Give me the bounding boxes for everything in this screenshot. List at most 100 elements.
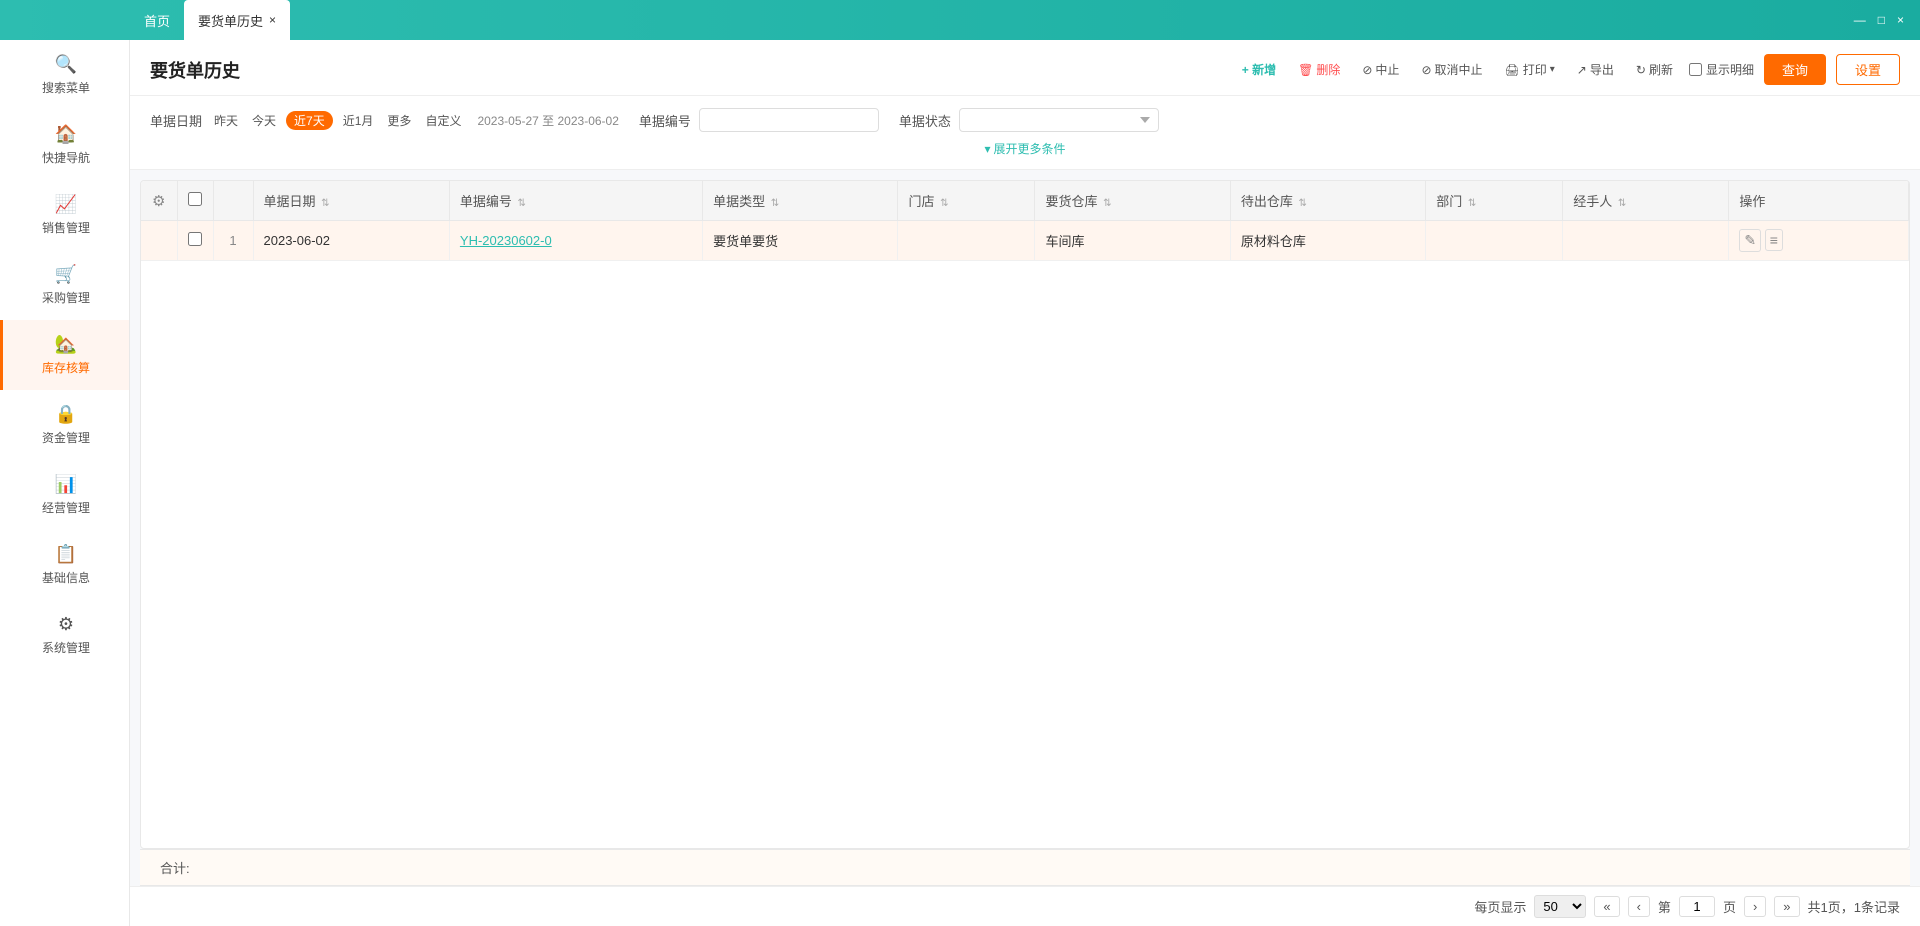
sidebar-item-label-finance-mgmt: 资金管理: [42, 429, 90, 446]
row-handler: [1563, 221, 1729, 261]
col-order-type: 单据类型 ⇅: [703, 181, 898, 221]
export-label: 导出: [1590, 61, 1614, 78]
sidebar-item-sales-mgmt[interactable]: 📈 销售管理: [0, 180, 129, 250]
last-page-btn[interactable]: »: [1774, 896, 1799, 917]
first-page-btn[interactable]: «: [1594, 896, 1619, 917]
sort-order-no-icon[interactable]: ⇅: [518, 198, 526, 209]
sidebar-item-inventory-calc[interactable]: 🏡 库存核算: [0, 320, 129, 390]
date-range-display: 2023-05-27 至 2023-06-02: [477, 112, 618, 129]
sort-handler-icon[interactable]: ⇅: [1618, 198, 1626, 209]
row-order-type: 要货单要货: [703, 221, 898, 261]
date-tab-custom[interactable]: 自定义: [421, 111, 465, 130]
cancel-stop-icon: ⊘: [1421, 63, 1431, 77]
delete-button[interactable]: 🗑 删除: [1292, 58, 1346, 81]
stop-icon: ⊘: [1362, 63, 1372, 77]
cancel-stop-button[interactable]: ⊘ 取消中止: [1415, 58, 1488, 81]
next-page-btn[interactable]: ›: [1744, 896, 1766, 917]
delete-label: 删除: [1316, 61, 1340, 78]
order-no-input[interactable]: [699, 108, 879, 132]
row-date: 2023-06-02: [253, 221, 449, 261]
table-container: ⚙ 单据日期 ⇅ 单据编号 ⇅: [140, 180, 1910, 849]
delete-icon: 🗑: [1298, 63, 1313, 77]
finance-mgmt-icon: 🔒: [55, 404, 77, 425]
row-more-icon[interactable]: ≡: [1765, 229, 1783, 251]
setting-button[interactable]: 设置: [1836, 54, 1900, 85]
pagination-bar: 每页显示 20 50 100 « ‹ 第 页 › » 共1页，1条记录: [130, 886, 1920, 926]
refresh-label: 刷新: [1649, 61, 1673, 78]
date-filter: 单据日期 昨天 今天 近7天 近1月 更多 自定义 2023-05-27 至 2…: [150, 111, 619, 130]
refresh-icon: ↻: [1636, 63, 1646, 77]
sys-mgmt-icon: ⚙: [58, 614, 74, 635]
expand-more-btn[interactable]: ▾ 展开更多条件: [984, 140, 1065, 157]
sort-date-icon[interactable]: ⇅: [321, 198, 329, 209]
expand-label: 展开更多条件: [994, 140, 1066, 157]
sidebar-item-label-inventory-calc: 库存核算: [42, 359, 90, 376]
cancel-stop-label: 取消中止: [1435, 61, 1483, 78]
row-pending-warehouse: 原材料仓库: [1230, 221, 1425, 261]
sidebar-item-finance-mgmt[interactable]: 🔒 资金管理: [0, 390, 129, 460]
sidebar-item-sys-mgmt[interactable]: ⚙ 系统管理: [0, 600, 129, 670]
col-dept: 部门 ⇅: [1426, 181, 1563, 221]
sort-pending-warehouse-icon[interactable]: ⇅: [1298, 198, 1306, 209]
row-order-no[interactable]: YH-20230602-0: [449, 221, 702, 261]
print-icon: 🖨: [1505, 63, 1520, 77]
date-tab-today[interactable]: 今天: [248, 111, 280, 130]
sidebar-item-label-base-info: 基础信息: [42, 569, 90, 586]
print-button[interactable]: 🖨 打印 ▾: [1499, 58, 1561, 81]
window-controls: — □ ×: [1854, 13, 1920, 27]
date-tab-1month[interactable]: 近1月: [339, 111, 378, 130]
row-checkbox[interactable]: [188, 232, 202, 246]
stop-button[interactable]: ⊘ 中止: [1356, 58, 1405, 81]
sidebar-item-search-menu[interactable]: 🔍 搜索菜单: [0, 40, 129, 110]
row-store: [898, 221, 1035, 261]
tab-active[interactable]: 要货单历史 ×: [184, 0, 290, 40]
top-bar: 首页 要货单历史 × — □ ×: [0, 0, 1920, 40]
sort-order-type-icon[interactable]: ⇅: [771, 198, 779, 209]
search-menu-icon: 🔍: [55, 54, 77, 75]
prev-page-btn[interactable]: ‹: [1628, 896, 1650, 917]
inventory-calc-icon: 🏡: [55, 334, 77, 355]
table-settings-icon[interactable]: ⚙: [152, 193, 165, 210]
stop-label: 中止: [1375, 61, 1399, 78]
col-date: 单据日期 ⇅: [253, 181, 449, 221]
col-action: 操作: [1729, 181, 1909, 221]
sort-store-icon[interactable]: ⇅: [940, 198, 948, 209]
close-window-icon[interactable]: ×: [1897, 13, 1904, 27]
sidebar-item-label-search-menu: 搜索菜单: [42, 79, 90, 96]
sidebar-item-quick-nav[interactable]: 🏠 快捷导航: [0, 110, 129, 180]
sidebar-item-base-info[interactable]: 📋 基础信息: [0, 530, 129, 600]
print-dropdown-icon: ▾: [1550, 64, 1555, 75]
tab-home[interactable]: 首页: [130, 0, 184, 40]
total-info: 共1页，1条记录: [1808, 897, 1900, 916]
date-tabs: 昨天 今天 近7天 近1月 更多 自定义: [210, 111, 465, 130]
date-tab-yesterday[interactable]: 昨天: [210, 111, 242, 130]
sidebar-item-purchase-mgmt[interactable]: 🛒 采购管理: [0, 250, 129, 320]
close-tab-icon[interactable]: ×: [269, 13, 276, 27]
export-button[interactable]: ↗ 导出: [1571, 58, 1620, 81]
page-input[interactable]: [1679, 896, 1715, 917]
select-all-checkbox[interactable]: [188, 192, 202, 206]
refresh-button[interactable]: ↻ 刷新: [1630, 58, 1679, 81]
col-seq: [213, 181, 253, 221]
date-tab-7days[interactable]: 近7天: [286, 111, 333, 130]
sidebar-item-label-sys-mgmt: 系统管理: [42, 639, 90, 656]
sort-dept-icon[interactable]: ⇅: [1468, 198, 1476, 209]
date-tab-more[interactable]: 更多: [383, 111, 415, 130]
row-edit-icon[interactable]: ✎: [1739, 229, 1761, 252]
query-button[interactable]: 查询: [1764, 54, 1826, 85]
sort-req-warehouse-icon[interactable]: ⇅: [1103, 198, 1111, 209]
content-area: 要货单历史 + 新增 🗑 删除 ⊘ 中止 ⊘ 取消中止 🖨: [130, 40, 1920, 926]
minimize-icon[interactable]: —: [1854, 13, 1866, 27]
sidebar-item-ops-mgmt[interactable]: 📊 经营管理: [0, 460, 129, 530]
display-detail-toggle[interactable]: 显示明细: [1689, 61, 1754, 78]
display-detail-checkbox[interactable]: [1689, 63, 1702, 76]
tab-home-label: 首页: [144, 11, 170, 30]
status-select[interactable]: [959, 108, 1159, 132]
sidebar-item-label-sales-mgmt: 销售管理: [42, 219, 90, 236]
per-page-select[interactable]: 20 50 100: [1534, 895, 1586, 918]
maximize-icon[interactable]: □: [1878, 13, 1885, 27]
row-dept: [1426, 221, 1563, 261]
new-button[interactable]: + 新增: [1236, 58, 1282, 81]
purchase-mgmt-icon: 🛒: [55, 264, 77, 285]
col-settings: ⚙: [141, 181, 177, 221]
